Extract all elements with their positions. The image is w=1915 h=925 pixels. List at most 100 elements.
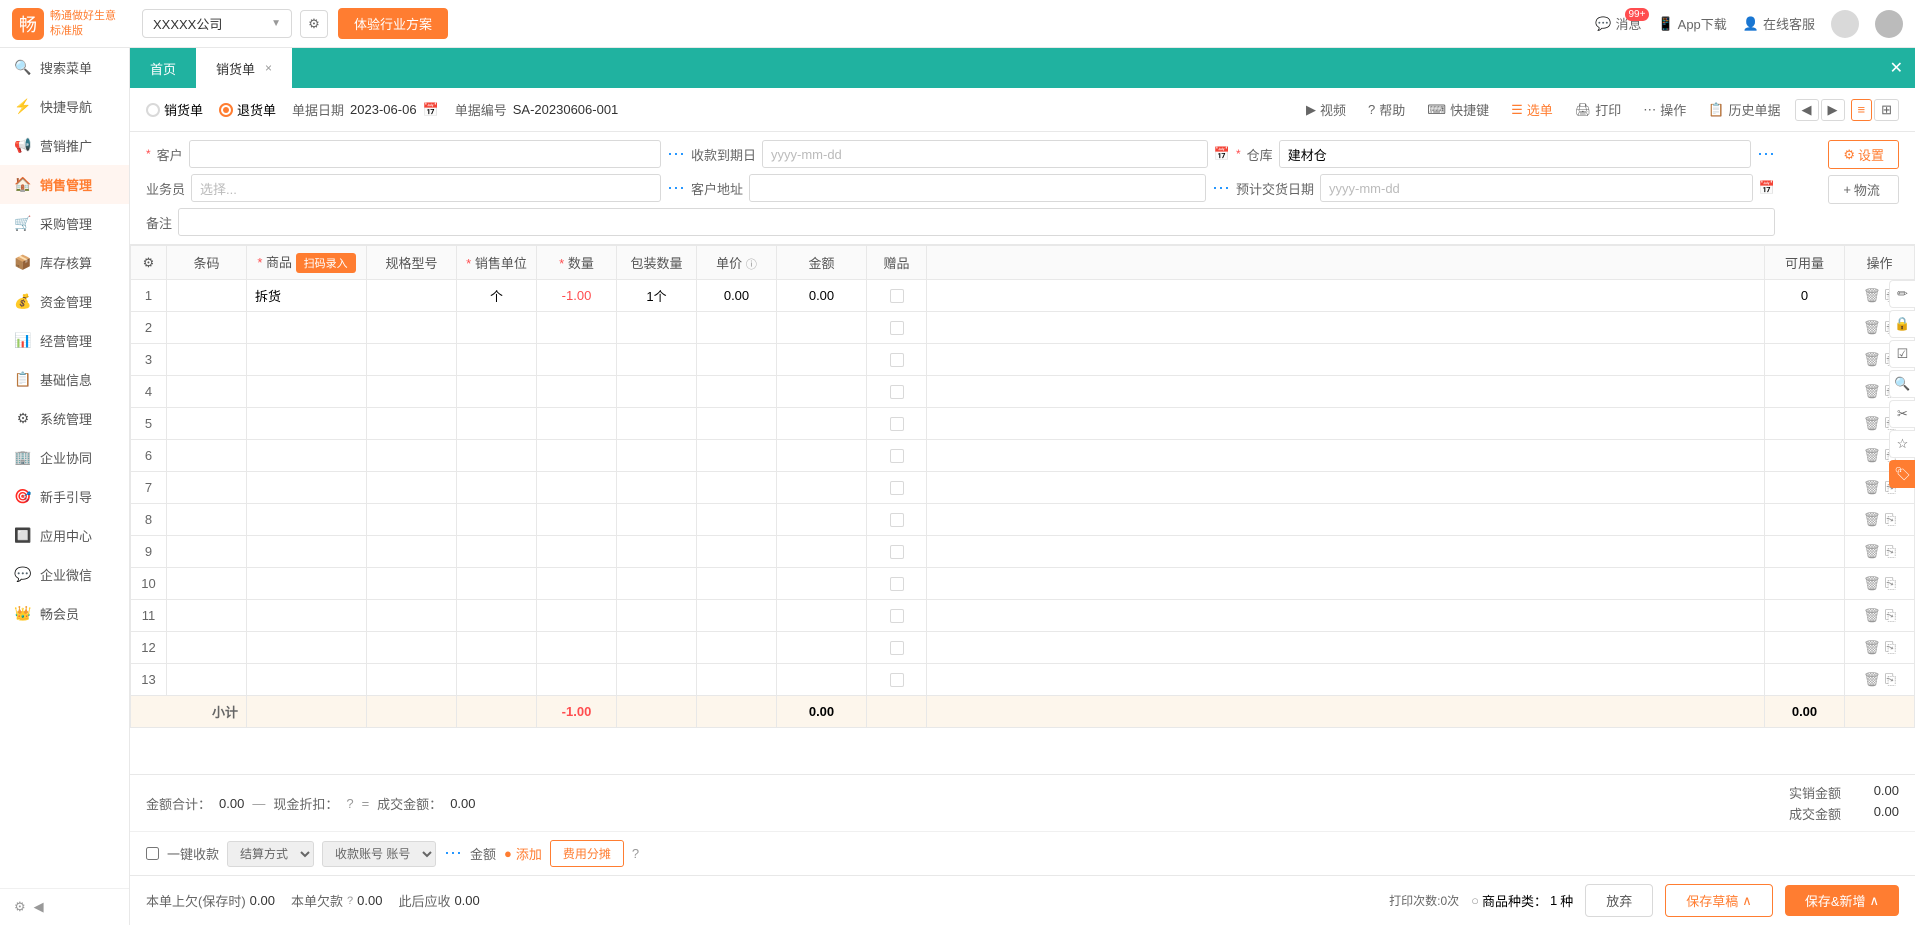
row-qty[interactable] (537, 376, 617, 408)
warehouse-input[interactable]: 建材仓 (1279, 140, 1751, 168)
row-product[interactable] (247, 440, 367, 472)
one-click-label[interactable]: 一键收款 (167, 844, 219, 863)
fee-split-button[interactable]: 费用分摊 (550, 840, 624, 867)
delete-row-icon[interactable]: 🗑 (1863, 447, 1881, 464)
row-spec[interactable] (367, 376, 457, 408)
receive-date-calendar-icon[interactable]: 📅 (1214, 146, 1230, 162)
row-qty[interactable] (537, 536, 617, 568)
gift-checkbox[interactable] (890, 609, 904, 623)
row-barcode[interactable] (167, 536, 247, 568)
row-unit[interactable] (457, 568, 537, 600)
tab-close-icon[interactable]: × (265, 61, 272, 75)
row-unit[interactable] (457, 440, 537, 472)
gift-checkbox[interactable] (890, 641, 904, 655)
row-unit[interactable] (457, 504, 537, 536)
toolbar-operation[interactable]: ⋯ 操作 (1635, 96, 1694, 123)
row-barcode[interactable] (167, 344, 247, 376)
row-barcode[interactable] (167, 312, 247, 344)
row-unit[interactable] (457, 632, 537, 664)
th-gear[interactable]: ⚙ (131, 246, 167, 280)
row-product[interactable] (247, 536, 367, 568)
salesperson-input[interactable]: 选择... (191, 174, 661, 202)
row-pkgqty[interactable] (617, 504, 697, 536)
row-unit[interactable] (457, 376, 537, 408)
row-amount[interactable] (777, 344, 867, 376)
sidebar-item-system[interactable]: ⚙ 系统管理 (0, 399, 129, 438)
row-amount[interactable] (777, 504, 867, 536)
row-barcode[interactable] (167, 440, 247, 472)
right-panel-search-icon[interactable]: 🔍 (1889, 370, 1915, 398)
row-price[interactable] (697, 664, 777, 696)
product-count-radio-icon[interactable]: ○ (1471, 893, 1479, 908)
copy-row-icon[interactable]: ⎘ (1885, 607, 1896, 624)
row-pkgqty[interactable] (617, 536, 697, 568)
row-qty[interactable] (537, 600, 617, 632)
row-gift[interactable] (867, 664, 927, 696)
row-spec[interactable] (367, 312, 457, 344)
view-list-icon[interactable]: ≡ (1851, 99, 1873, 121)
close-window-icon[interactable]: ✕ (1890, 58, 1915, 78)
gift-checkbox[interactable] (890, 545, 904, 559)
copy-row-icon[interactable]: ⎘ (1885, 511, 1896, 528)
toolbar-help[interactable]: ? 帮助 (1360, 96, 1413, 123)
settings-button[interactable]: ⚙ 设置 (1828, 140, 1899, 169)
row-barcode[interactable] (167, 504, 247, 536)
row-unit[interactable] (457, 408, 537, 440)
save-draft-button[interactable]: 保存草稿 ∧ (1665, 884, 1773, 917)
row-barcode[interactable] (167, 664, 247, 696)
row-spec[interactable] (367, 280, 457, 312)
row-gift[interactable] (867, 280, 927, 312)
row-gift[interactable] (867, 536, 927, 568)
delete-row-icon[interactable]: 🗑 (1863, 543, 1881, 560)
delete-row-icon[interactable]: 🗑 (1863, 607, 1881, 624)
row-pkgqty[interactable] (617, 376, 697, 408)
row-amount[interactable] (777, 472, 867, 504)
row-spec[interactable] (367, 344, 457, 376)
row-spec[interactable] (367, 440, 457, 472)
row-product[interactable] (247, 504, 367, 536)
row-pkgqty[interactable] (617, 344, 697, 376)
nav-prev-icon[interactable]: ◀ (1795, 99, 1819, 121)
row-gift[interactable] (867, 440, 927, 472)
row-amount[interactable] (777, 312, 867, 344)
row-barcode[interactable] (167, 280, 247, 312)
sidebar-item-member[interactable]: 👑 畅会员 (0, 594, 129, 633)
sidebar-item-search[interactable]: 🔍 搜索菜单 (0, 48, 129, 87)
sidebar-item-basic[interactable]: 📋 基础信息 (0, 360, 129, 399)
toolbar-print[interactable]: 🖨 打印 (1567, 96, 1630, 123)
sidebar-item-enterprise[interactable]: 🏢 企业协同 (0, 438, 129, 477)
row-unit[interactable] (457, 472, 537, 504)
row-pkgqty[interactable] (617, 632, 697, 664)
row-pkgqty[interactable] (617, 408, 697, 440)
customer-input[interactable] (189, 140, 661, 168)
row-price[interactable] (697, 536, 777, 568)
row-unit[interactable]: 个 (457, 280, 537, 312)
customer-addr-more-icon[interactable]: ⋯ (1212, 178, 1230, 199)
row-price[interactable] (697, 504, 777, 536)
save-new-button[interactable]: 保存&新增 ∧ (1785, 885, 1899, 916)
gift-checkbox[interactable] (890, 385, 904, 399)
gift-checkbox[interactable] (890, 449, 904, 463)
delete-row-icon[interactable]: 🗑 (1863, 479, 1881, 496)
row-pkgqty[interactable] (617, 440, 697, 472)
sidebar-item-finance[interactable]: 💰 资金管理 (0, 282, 129, 321)
view-grid-icon[interactable]: ⊞ (1874, 99, 1899, 121)
row-qty[interactable] (537, 344, 617, 376)
toolbar-select[interactable]: ☰ 选单 (1503, 96, 1561, 123)
avatar[interactable] (1831, 10, 1859, 38)
row-pkgqty[interactable]: 1个 (617, 280, 697, 312)
row-barcode[interactable] (167, 632, 247, 664)
row-amount[interactable]: 0.00 (777, 280, 867, 312)
row-gift[interactable] (867, 344, 927, 376)
row-product[interactable] (247, 568, 367, 600)
gift-checkbox[interactable] (890, 289, 904, 303)
row-pkgqty[interactable] (617, 472, 697, 504)
right-panel-lock-icon[interactable]: 🔒 (1889, 310, 1915, 338)
row-barcode[interactable] (167, 600, 247, 632)
row-product[interactable] (247, 664, 367, 696)
copy-row-icon[interactable]: ⎘ (1885, 543, 1896, 560)
online-service-button[interactable]: 👤 在线客服 (1743, 14, 1815, 33)
row-unit[interactable] (457, 344, 537, 376)
payment-account-select[interactable]: 收款账号 账号 (322, 841, 436, 867)
right-panel-task-icon[interactable]: ☑ (1889, 340, 1915, 368)
